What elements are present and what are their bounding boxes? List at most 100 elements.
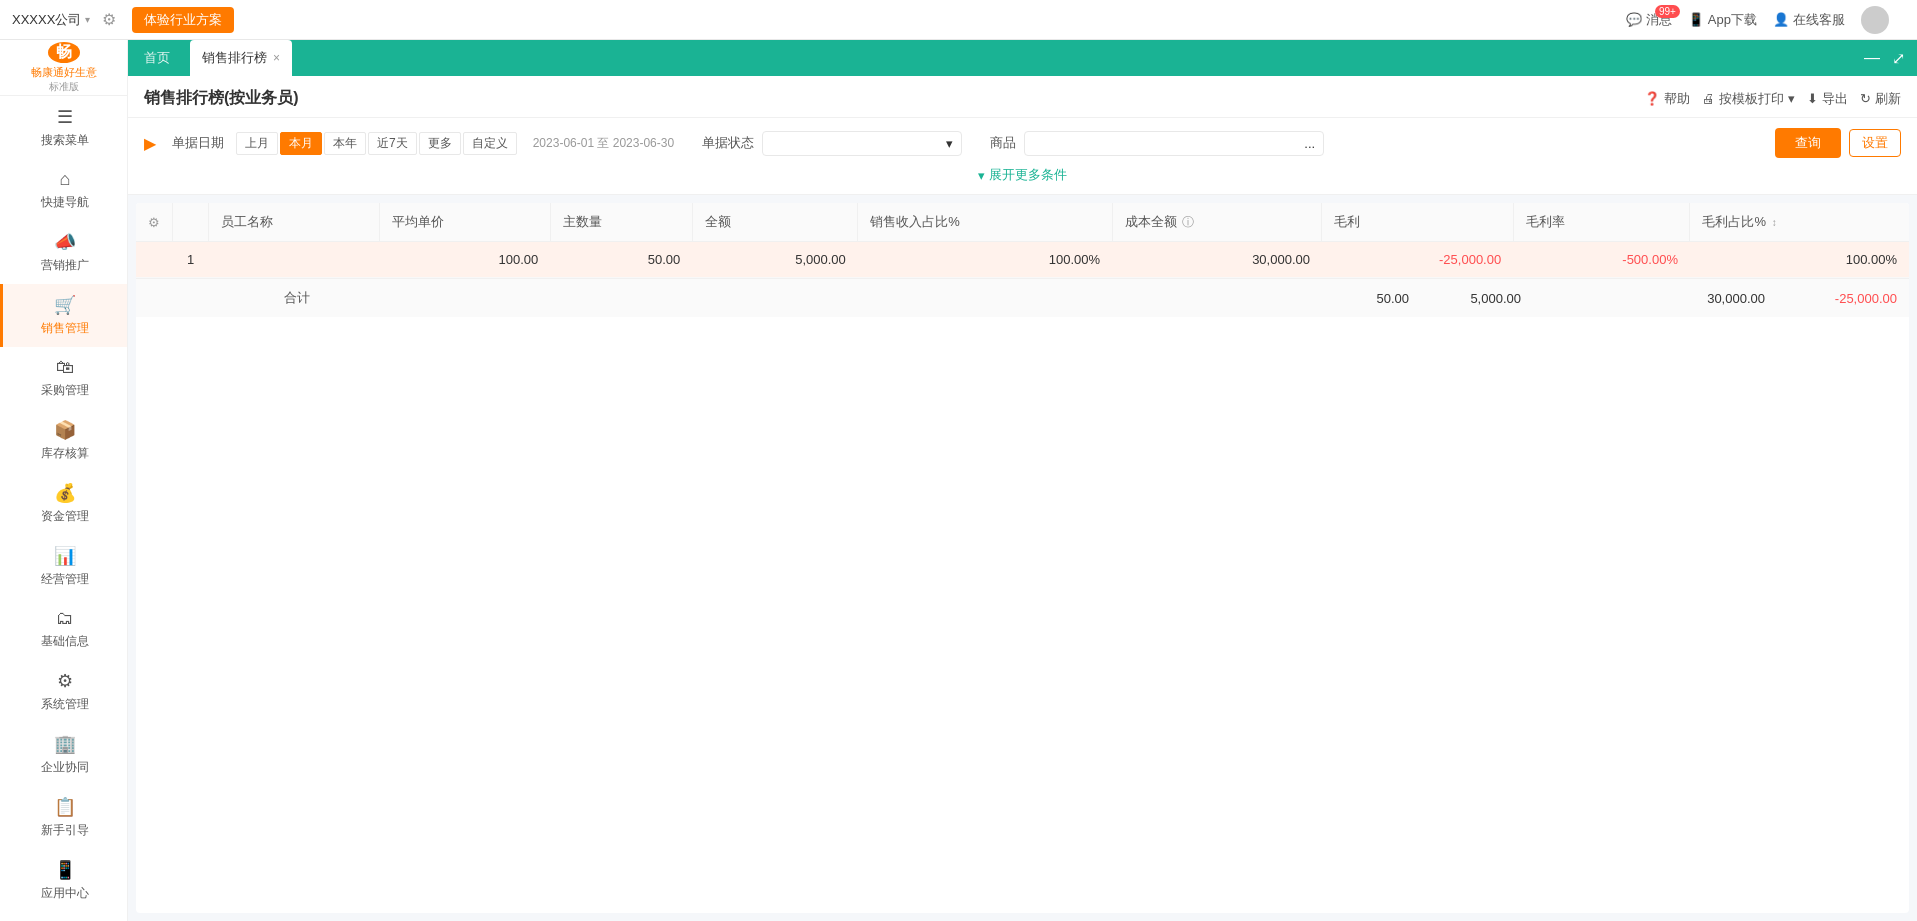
date-prev-btn[interactable]: 上月 bbox=[236, 132, 278, 155]
marketing-icon: 📣 bbox=[54, 231, 76, 253]
status-chevron-icon: ▾ bbox=[946, 136, 953, 151]
export-btn[interactable]: ⬇ 导出 bbox=[1807, 90, 1848, 108]
refresh-label: 刷新 bbox=[1875, 90, 1901, 108]
table-wrapper: ⚙ 员工名称 平均单价 主数量 全额 销售收入占比% 成本全额 ⓘ 毛利 bbox=[136, 203, 1909, 913]
finance-icon: 💰 bbox=[54, 482, 76, 504]
settings-btn[interactable]: 设置 bbox=[1849, 129, 1901, 157]
help-btn[interactable]: ❓ 帮助 bbox=[1644, 90, 1690, 108]
sidebar-item-marketing[interactable]: 📣 营销推广 bbox=[0, 221, 127, 284]
inventory-icon: 📦 bbox=[54, 419, 76, 441]
sidebar-item-label: 营销推广 bbox=[41, 257, 89, 274]
date-year-btn[interactable]: 本年 bbox=[324, 132, 366, 155]
search-menu-icon: ☰ bbox=[57, 106, 73, 128]
col-settings[interactable]: ⚙ bbox=[136, 203, 173, 242]
page-title: 销售排行榜(按业务员) bbox=[144, 88, 299, 109]
sidebar-item-label: 库存核算 bbox=[41, 445, 89, 462]
goods-filter: 商品 ... bbox=[990, 131, 1324, 156]
app-download-btn[interactable]: 📱 App下载 bbox=[1688, 11, 1757, 29]
message-badge: 99+ bbox=[1655, 5, 1680, 18]
filter-row-2: ▾ 展开更多条件 bbox=[144, 166, 1901, 184]
goods-input[interactable]: ... bbox=[1024, 131, 1324, 156]
sidebar-logo: 畅 畅康通好生意 标准版 bbox=[0, 40, 127, 96]
page-header: 销售排行榜(按业务员) ❓ 帮助 🖨 按模板打印 ▾ ⬇ 导出 bbox=[128, 76, 1917, 118]
sidebar-item-sales[interactable]: 🛒 销售管理 bbox=[0, 284, 127, 347]
tab-minimize-icon[interactable]: — bbox=[1864, 49, 1880, 67]
sidebar-item-operation[interactable]: 📊 经营管理 bbox=[0, 535, 127, 598]
col-qty: 主数量 bbox=[550, 203, 692, 242]
gross-pct-sort-icon[interactable]: ↕ bbox=[1772, 217, 1777, 228]
row-amount: 5,000.00 bbox=[692, 242, 858, 278]
status-select[interactable]: ▾ bbox=[762, 131, 962, 156]
online-service-btn[interactable]: 👤 在线客服 bbox=[1773, 11, 1845, 29]
sidebar-item-system[interactable]: ⚙ 系统管理 bbox=[0, 660, 127, 723]
tab-active-label: 销售排行榜 bbox=[202, 49, 267, 67]
basic-icon: 🗂 bbox=[56, 608, 74, 629]
tab-home[interactable]: 首页 bbox=[128, 40, 186, 76]
help-icon: ❓ bbox=[1644, 91, 1660, 106]
filter-bar: ▶ 单据日期 上月 本月 本年 近7天 更多 自定义 2023-06-01 至 … bbox=[128, 118, 1917, 195]
company-selector[interactable]: XXXXX公司 ▾ bbox=[12, 11, 90, 29]
table-row: 1 100.00 50.00 bbox=[136, 242, 1909, 278]
footer-qty: 50.00 bbox=[1329, 291, 1409, 306]
date-curr-btn[interactable]: 本月 bbox=[280, 132, 322, 155]
message-icon: 💬 bbox=[1626, 12, 1642, 27]
col-gross-pct: 毛利占比% ↕ bbox=[1690, 203, 1909, 242]
row-qty: 50.00 bbox=[550, 242, 692, 278]
status-label: 单据状态 bbox=[702, 134, 754, 152]
sidebar-item-search[interactable]: ☰ 搜索菜单 bbox=[0, 96, 127, 159]
company-chevron-icon: ▾ bbox=[85, 14, 90, 25]
cost-info-icon[interactable]: ⓘ bbox=[1182, 215, 1194, 229]
logo-text: 畅康通好生意 bbox=[31, 65, 97, 80]
refresh-btn[interactable]: ↻ 刷新 bbox=[1860, 90, 1901, 108]
search-btn[interactable]: 查询 bbox=[1775, 128, 1841, 158]
sidebar-item-label: 企业协同 bbox=[41, 759, 89, 776]
footer-cost: 30,000.00 bbox=[1665, 291, 1765, 306]
filter-row-1: ▶ 单据日期 上月 本月 本年 近7天 更多 自定义 2023-06-01 至 … bbox=[144, 128, 1901, 158]
collab-icon: 🏢 bbox=[54, 733, 76, 755]
top-bar-right: 💬 消息 99+ 📱 App下载 👤 在线客服 bbox=[1626, 6, 1905, 34]
operation-icon: 📊 bbox=[54, 545, 76, 567]
footer-label: 合计 bbox=[284, 289, 310, 307]
date-more-btn[interactable]: 更多 bbox=[419, 132, 461, 155]
sidebar-item-label: 系统管理 bbox=[41, 696, 89, 713]
sidebar-item-label: 采购管理 bbox=[41, 382, 89, 399]
avatar[interactable] bbox=[1861, 6, 1889, 34]
export-icon: ⬇ bbox=[1807, 91, 1818, 106]
row-gross: -25,000.00 bbox=[1322, 242, 1513, 278]
sidebar-item-label: 新手引导 bbox=[41, 822, 89, 839]
sidebar-item-quick[interactable]: ⌂ 快捷导航 bbox=[0, 159, 127, 221]
tab-maximize-icon[interactable]: ⤢ bbox=[1892, 49, 1905, 68]
sidebar-item-guide[interactable]: 📋 新手引导 bbox=[0, 786, 127, 849]
refresh-icon: ↻ bbox=[1860, 91, 1871, 106]
message-btn[interactable]: 💬 消息 99+ bbox=[1626, 11, 1672, 29]
expand-more-btn[interactable]: ▾ 展开更多条件 bbox=[978, 166, 1067, 184]
sidebar-item-wechat[interactable]: 💬 企业微信 bbox=[0, 912, 127, 921]
sidebar-item-finance[interactable]: 💰 资金管理 bbox=[0, 472, 127, 535]
filter-expand-icon[interactable]: ▶ bbox=[144, 134, 156, 153]
date-range: 2023-06-01 至 2023-06-30 bbox=[533, 135, 674, 152]
sidebar-item-inventory[interactable]: 📦 库存核算 bbox=[0, 409, 127, 472]
col-gross: 毛利 bbox=[1322, 203, 1513, 242]
row-sales-pct: 100.00% bbox=[858, 242, 1112, 278]
tab-home-label: 首页 bbox=[144, 49, 170, 67]
top-settings-icon[interactable]: ⚙ bbox=[102, 10, 116, 29]
sidebar-item-purchase[interactable]: 🛍 采购管理 bbox=[0, 347, 127, 409]
sidebar-item-apps[interactable]: 📱 应用中心 bbox=[0, 849, 127, 912]
row-gross-rate: -500.00% bbox=[1513, 242, 1690, 278]
trial-btn[interactable]: 体验行业方案 bbox=[132, 7, 234, 33]
sidebar-item-basic[interactable]: 🗂 基础信息 bbox=[0, 598, 127, 660]
date-custom-btn[interactable]: 自定义 bbox=[463, 132, 517, 155]
print-label: 按模板打印 bbox=[1719, 90, 1784, 108]
goods-ellipsis: ... bbox=[1304, 136, 1315, 151]
row-settings bbox=[136, 242, 173, 278]
tab-close-icon[interactable]: × bbox=[273, 51, 280, 65]
tab-sales-ranking[interactable]: 销售排行榜 × bbox=[190, 40, 292, 76]
sidebar-item-collab[interactable]: 🏢 企业协同 bbox=[0, 723, 127, 786]
date-7days-btn[interactable]: 近7天 bbox=[368, 132, 417, 155]
sidebar-item-label: 销售管理 bbox=[41, 320, 89, 337]
page-actions: ❓ 帮助 🖨 按模板打印 ▾ ⬇ 导出 ↻ 刷新 bbox=[1644, 90, 1901, 108]
print-chevron-icon: ▾ bbox=[1788, 91, 1795, 106]
guide-icon: 📋 bbox=[54, 796, 76, 818]
print-btn[interactable]: 🖨 按模板打印 ▾ bbox=[1702, 90, 1795, 108]
col-rank bbox=[173, 203, 209, 242]
